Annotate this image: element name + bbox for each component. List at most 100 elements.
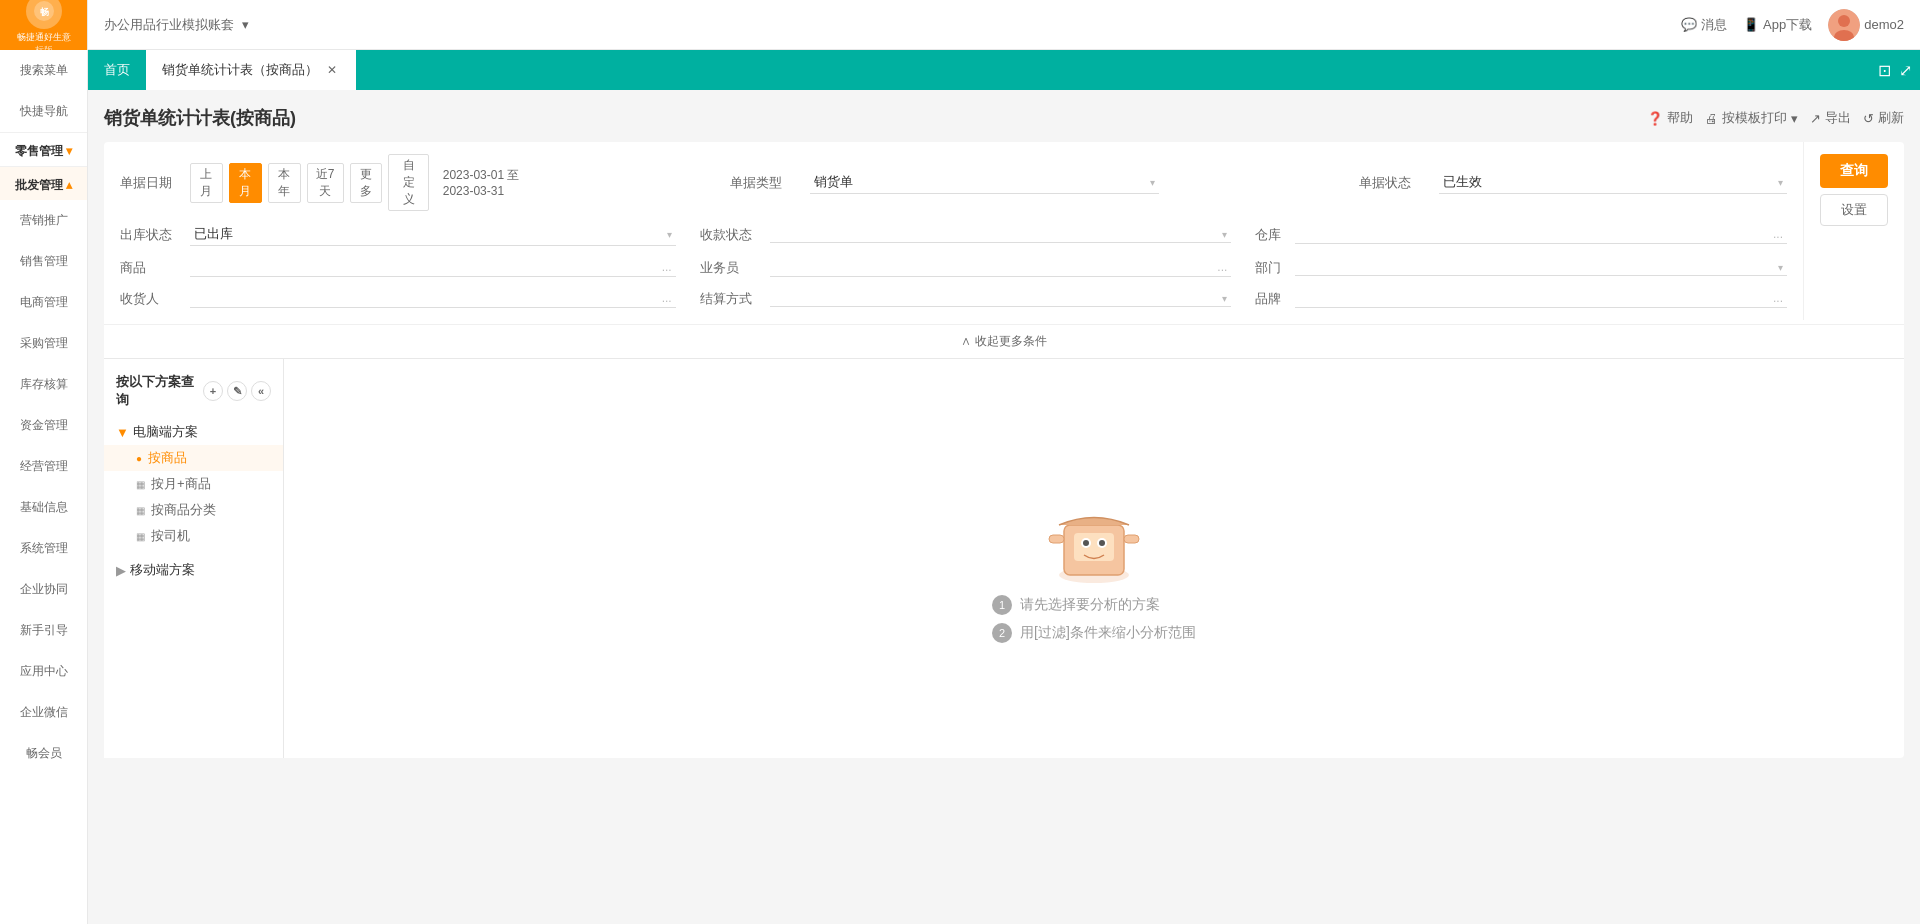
scheme-item-2[interactable]: ▦ 按商品分类 [104,497,283,523]
top-section: 单据日期 上月 本月 本年 近7天 更多 自定义 2023-03-01 至 20… [104,142,1904,758]
last-month-btn[interactable]: 上月 [190,163,223,203]
more-btn[interactable]: 更多 [350,163,383,203]
setting-btn[interactable]: 设置 [1820,194,1888,226]
sidebar-item-sales[interactable]: 销售管理 [0,241,87,282]
receiver-cell: 收货人 ... [120,289,676,308]
scheme-pc-group-title[interactable]: ▼ 电脑端方案 [104,419,283,445]
filter-date-row: 单据日期 上月 本月 本年 近7天 更多 自定义 2023-03-01 至 20… [120,154,1787,211]
date-label: 单据日期 [120,174,190,192]
sidebar-section-wholesale[interactable]: 批发管理 ▴ [0,166,87,200]
workspace-dropdown[interactable]: ▾ [242,17,249,32]
scheme-edit-btn[interactable]: ✎ [227,381,247,401]
sidebar-item-basic[interactable]: 基础信息 [0,487,87,528]
sidebar-item-collab[interactable]: 企业协同 [0,569,87,610]
sidebar-item-newbie[interactable]: 新手引导 [0,610,87,651]
export-icon: ↗ [1810,111,1821,126]
receiptstatus-dropdown-icon: ▾ [1222,229,1227,240]
svg-point-11 [1099,540,1105,546]
sidebar-item-member[interactable]: 畅会员 [0,733,87,774]
sidebar-item-wechat[interactable]: 企业微信 [0,692,87,733]
scheme-pc-group: ▼ 电脑端方案 ● 按商品 ▦ 按月+商品 ▦ [104,415,283,553]
receiptstatus-control[interactable]: ▾ [770,227,1232,243]
filter-row2: 出库状态 已出库 ▾ 收款状态 ▾ [120,223,1787,246]
scheme-item-1[interactable]: ▦ 按月+商品 [104,471,283,497]
page-actions: ❓ 帮助 🖨 按模板打印 ▾ ↗ 导出 ↺ 刷新 [1647,109,1904,127]
svg-point-3 [1838,15,1850,27]
scheme-item-label-2: 按商品分类 [151,501,216,519]
this-month-btn[interactable]: 本月 [229,163,262,203]
scheme-pc-arrow: ▼ [116,425,129,440]
download-icon: 📱 [1743,17,1759,32]
maximize-icon[interactable]: ⤢ [1899,61,1912,80]
tab-active[interactable]: 销货单统计计表（按商品） ✕ [146,50,356,90]
filter-row4: 收货人 ... 结算方式 ▾ [120,289,1787,308]
sidebar-item-finance[interactable]: 资金管理 [0,405,87,446]
restore-icon[interactable]: ⊡ [1878,61,1891,80]
custom-btn[interactable]: 自定义 [388,154,428,211]
sidebar-item-system[interactable]: 系统管理 [0,528,87,569]
docstatus-value: 已生效 [1443,173,1778,191]
payment-control[interactable]: ▾ [770,291,1232,307]
warehouse-dots: ... [1773,227,1783,241]
sidebar-item-purchase[interactable]: 采购管理 [0,323,87,364]
empty-illustration [1034,475,1154,595]
scheme-item-icon-0: ● [136,453,142,464]
scheme-add-btn[interactable]: + [203,381,223,401]
scheme-mobile-label: 移动端方案 [130,561,195,579]
scheme-item-0[interactable]: ● 按商品 [104,445,283,471]
last7days-btn[interactable]: 近7天 [307,163,344,203]
brand-control[interactable]: ... [1295,289,1787,308]
workspace-title: 办公用品行业模拟账套 [104,16,234,34]
collapse-bar[interactable]: ∧ 收起更多条件 [104,324,1904,358]
export-btn[interactable]: ↗ 导出 [1810,109,1851,127]
scheme-header-label: 按以下方案查询 [116,373,203,409]
app-download-btn[interactable]: 📱 App下载 [1743,16,1812,34]
doctype-control[interactable]: 销货单 ▾ [810,171,1158,194]
sidebar-item-ecommerce[interactable]: 电商管理 [0,282,87,323]
outstatus-dropdown-icon: ▾ [667,229,672,240]
salesman-cell: 业务员 ... [676,258,1232,277]
app-download-label: App下载 [1763,16,1812,34]
dept-control[interactable]: ▾ [1295,260,1787,276]
scheme-mobile-group-title[interactable]: ▶ 移动端方案 [104,557,283,583]
print-dropdown-icon: ▾ [1791,111,1798,126]
message-btn[interactable]: 💬 消息 [1681,16,1727,34]
warehouse-control[interactable]: ... [1295,225,1787,244]
scheme-collapse-btn[interactable]: « [251,381,271,401]
scheme-item-label-3: 按司机 [151,527,190,545]
sidebar-item-operations[interactable]: 经营管理 [0,446,87,487]
scheme-mobile-group: ▶ 移动端方案 [104,553,283,587]
outstatus-control[interactable]: 已出库 ▾ [190,223,676,246]
query-btn[interactable]: 查询 [1820,154,1888,188]
empty-tip-1: 1 请先选择要分析的方案 [992,595,1196,615]
sidebar-item-marketing[interactable]: 营销推广 [0,200,87,241]
svg-rect-13 [1124,535,1139,543]
refresh-btn[interactable]: ↺ 刷新 [1863,109,1904,127]
sidebar-section-retail[interactable]: 零售管理 ▾ [0,132,87,166]
help-btn[interactable]: ❓ 帮助 [1647,109,1693,127]
goods-control[interactable]: ... [190,258,676,277]
sidebar-item-quicknav[interactable]: 快捷导航 [0,91,87,132]
sidebar-item-appcenter[interactable]: 应用中心 [0,651,87,692]
empty-tip-2: 2 用[过滤]条件来缩小分析范围 [992,623,1196,643]
user-avatar-btn[interactable]: demo2 [1828,9,1904,41]
brand-cell: 品牌 ... [1231,289,1787,308]
receiptstatus-cell: 收款状态 ▾ [676,223,1232,246]
tab-home[interactable]: 首页 [88,50,146,90]
tabbar: 首页 销货单统计计表（按商品） ✕ ⊡ ⤢ [88,50,1920,90]
refresh-label: 刷新 [1878,109,1904,127]
tab-close-btn[interactable]: ✕ [324,62,340,78]
this-year-btn[interactable]: 本年 [268,163,301,203]
template-print-btn[interactable]: 🖨 按模板打印 ▾ [1705,109,1798,127]
salesman-control[interactable]: ... [770,258,1232,277]
dept-label: 部门 [1255,259,1295,277]
docstatus-control[interactable]: 已生效 ▾ [1439,171,1787,194]
scheme-item-3[interactable]: ▦ 按司机 [104,523,283,549]
sidebar-item-inventory[interactable]: 库存核算 [0,364,87,405]
receiver-control[interactable]: ... [190,289,676,308]
help-icon: ❓ [1647,111,1663,126]
docstatus-label: 单据状态 [1359,174,1439,192]
scheme-item-icon-1: ▦ [136,479,145,490]
dept-cell: 部门 ▾ [1231,258,1787,277]
sidebar-item-search[interactable]: 搜索菜单 [0,50,87,91]
